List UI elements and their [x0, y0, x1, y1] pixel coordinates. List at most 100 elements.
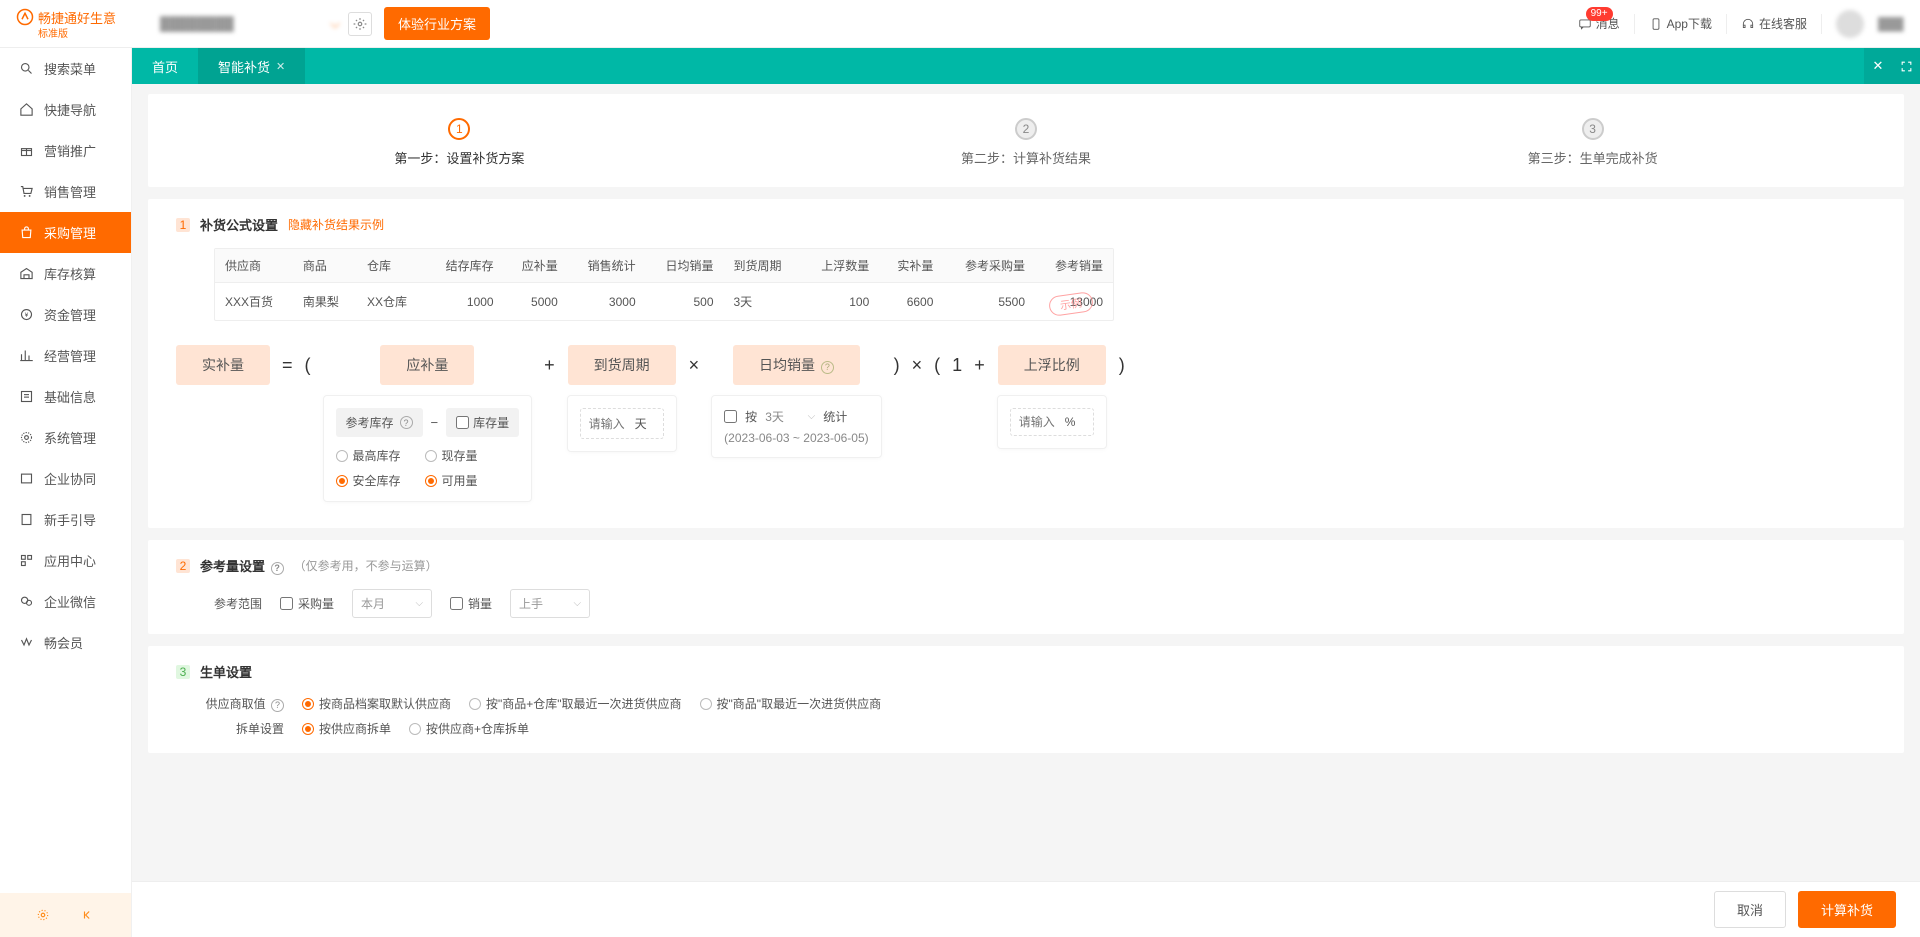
- avatar[interactable]: [1836, 10, 1864, 38]
- close-icon[interactable]: ✕: [276, 60, 285, 73]
- tab-label: 首页: [152, 57, 178, 76]
- compute-button[interactable]: 计算补货: [1798, 891, 1896, 928]
- split-opt1[interactable]: 按供应商拆单: [302, 720, 391, 737]
- sidebar-item-funds[interactable]: ¥资金管理: [0, 294, 131, 335]
- step-1: 1 第一步：设置补货方案: [394, 118, 524, 167]
- sidebar-item-inventory[interactable]: 库存核算: [0, 253, 131, 294]
- supplier-opt2[interactable]: 按"商品+仓库"取最近一次进货供应商: [469, 695, 682, 712]
- pill-ref-stock: 参考库存?: [336, 408, 423, 437]
- th-cycle: 到货周期: [724, 249, 802, 283]
- divider: [1726, 14, 1727, 34]
- unit-day: 天: [635, 415, 647, 432]
- phone-icon: [1649, 17, 1663, 31]
- cycle-input-wrapper: 天: [580, 408, 664, 439]
- sidebar-item-system[interactable]: 系统管理: [0, 417, 131, 458]
- ref-purchase-select[interactable]: 本月⌵: [352, 589, 432, 618]
- ref-sales-select[interactable]: 上手⌵: [510, 589, 590, 618]
- tab-home[interactable]: 首页: [132, 48, 198, 84]
- help-icon[interactable]: ?: [821, 361, 834, 374]
- daily-by-checkbox[interactable]: [724, 410, 737, 423]
- supplier-opt3[interactable]: 按"商品"取最近一次进货供应商: [700, 695, 882, 712]
- supplier-opt1[interactable]: 按商品档案取默认供应商: [302, 695, 451, 712]
- unit-pct: %: [1065, 415, 1076, 429]
- float-input[interactable]: [1019, 415, 1059, 429]
- app-download-button[interactable]: App下载: [1649, 15, 1712, 32]
- online-service-button[interactable]: 在线客服: [1741, 15, 1807, 32]
- sidebar-item-label: 快捷导航: [44, 100, 96, 119]
- sidebar-item-guide[interactable]: 新手引导: [0, 499, 131, 540]
- tab-close-all-button[interactable]: ✕: [1864, 48, 1892, 84]
- team-icon: [18, 471, 34, 487]
- th-actual: 实补量: [879, 249, 943, 283]
- cancel-button[interactable]: 取消: [1714, 891, 1786, 928]
- td: 500: [646, 283, 724, 321]
- toggle-example-link[interactable]: 隐藏补货结果示例: [288, 216, 384, 233]
- divider: [1634, 14, 1635, 34]
- sidebar-item-label: 销售管理: [44, 182, 96, 201]
- reference-panel: 2 参考量设置 ? （仅参考用，不参与运算） 参考范围 采购量 本月⌵ 销量 上…: [148, 540, 1904, 634]
- messages-button[interactable]: 99+ 消息: [1578, 15, 1620, 32]
- apps-icon: [18, 553, 34, 569]
- sidebar-item-quicknav[interactable]: 快捷导航: [0, 89, 131, 130]
- divider: [1821, 14, 1822, 34]
- op-plus: +: [544, 345, 555, 385]
- ref-purchase-check[interactable]: 采购量: [280, 595, 334, 612]
- sidebar-item-label: 畅会员: [44, 633, 83, 652]
- sidebar-item-member[interactable]: 畅会员: [0, 622, 131, 663]
- op-times2: ×: [912, 345, 923, 385]
- help-icon[interactable]: ?: [400, 416, 413, 429]
- ref-sales-check[interactable]: 销量: [450, 595, 492, 612]
- gear-icon: [18, 430, 34, 446]
- sidebar-item-basic[interactable]: 基础信息: [0, 376, 131, 417]
- split-opt2[interactable]: 按供应商+仓库拆单: [409, 720, 529, 737]
- sidebar-item-wechat[interactable]: 企业微信: [0, 581, 131, 622]
- fullscreen-button[interactable]: [1892, 48, 1920, 84]
- logo: 畅捷通好生意 标准版: [12, 8, 144, 40]
- sidebar-item-apps[interactable]: 应用中心: [0, 540, 131, 581]
- radio-nowstock[interactable]: 现存量: [425, 447, 478, 464]
- radio-availstock[interactable]: 可用量: [425, 472, 478, 489]
- daily-period-select[interactable]: 3天⌵: [765, 408, 815, 425]
- table-row: XXX百货 南果梨 XX仓库 1000 5000 3000 500 3天 100…: [215, 283, 1113, 321]
- section-marker-icon: 1: [176, 218, 190, 232]
- tab-smart-restock[interactable]: 智能补货 ✕: [198, 48, 305, 84]
- sidebar-item-collab[interactable]: 企业协同: [0, 458, 131, 499]
- supplier-label: 供应商取值 ?: [188, 695, 284, 712]
- formula-panel: 1 补货公式设置 隐藏补货结果示例 供应商 商品 仓库 结存库存 应补量 销售统…: [148, 199, 1904, 528]
- settings-button[interactable]: [348, 12, 372, 36]
- radio-maxstock[interactable]: 最高库存: [336, 447, 401, 464]
- cycle-input[interactable]: [589, 417, 629, 431]
- sidebar-item-search[interactable]: 搜索菜单: [0, 48, 131, 89]
- wechat-icon: [18, 594, 34, 610]
- sidebar-item-business[interactable]: 经营管理: [0, 335, 131, 376]
- step-3: 3 第三步：生单完成补货: [1528, 118, 1658, 167]
- radio-safestock[interactable]: 安全库存: [336, 472, 401, 489]
- company-selector[interactable]: ████████ ⌵: [160, 16, 340, 32]
- sidebar-collapse-icon[interactable]: [81, 908, 95, 922]
- sidebar-item-label: 企业协同: [44, 469, 96, 488]
- pill-stock-qty[interactable]: 库存量: [446, 408, 519, 437]
- logo-icon: [16, 8, 34, 26]
- chip-yingbu: 应补量: [380, 345, 474, 385]
- checkbox[interactable]: [280, 597, 293, 610]
- chevron-down-icon: ⌵: [415, 598, 423, 609]
- sidebar-settings-icon[interactable]: [36, 908, 50, 922]
- op-times: ×: [689, 345, 700, 385]
- yingbu-config-card: 参考库存? − 库存量 最高库存 安全库存 现存量: [323, 395, 533, 502]
- help-icon[interactable]: ?: [271, 562, 284, 575]
- sidebar-item-label: 搜索菜单: [44, 59, 96, 78]
- formula-builder: 实补量 = ( 应补量 参考库存? − 库存量: [176, 345, 1876, 502]
- chip-daily: 日均销量 ?: [733, 345, 860, 385]
- sidebar-footer: [0, 893, 131, 937]
- sidebar: 搜索菜单 快捷导航 营销推广 销售管理 采购管理 库存核算 ¥资金管理 经营管理…: [0, 48, 132, 937]
- sidebar-item-purchase[interactable]: 采购管理: [0, 212, 131, 253]
- step-number: 1: [448, 118, 470, 140]
- sidebar-item-marketing[interactable]: 营销推广: [0, 130, 131, 171]
- sidebar-item-sales[interactable]: 销售管理: [0, 171, 131, 212]
- chip-float: 上浮比例: [998, 345, 1106, 385]
- help-icon[interactable]: ?: [271, 699, 284, 712]
- checkbox[interactable]: [450, 597, 463, 610]
- try-industry-button[interactable]: 体验行业方案: [384, 7, 490, 40]
- tab-bar: 首页 智能补货 ✕ ✕: [132, 48, 1920, 84]
- stockqty-checkbox[interactable]: [456, 416, 469, 429]
